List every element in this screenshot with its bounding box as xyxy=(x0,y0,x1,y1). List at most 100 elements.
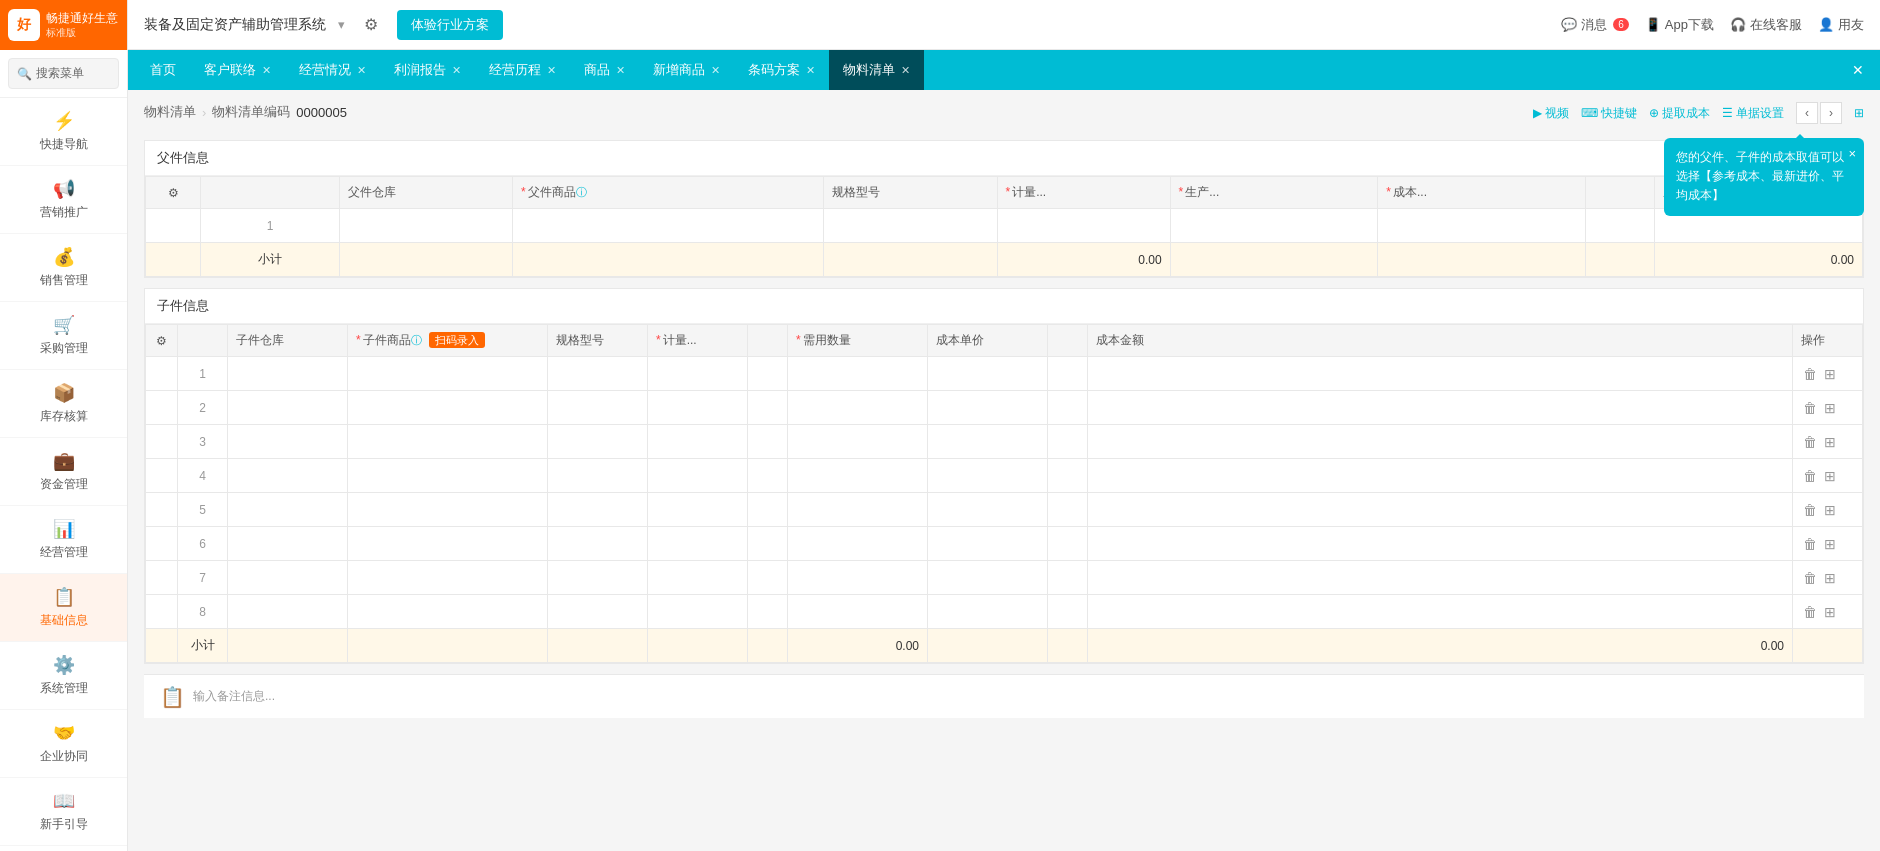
nav-prev-button[interactable]: ‹ xyxy=(1796,102,1818,124)
child-warehouse-cell[interactable] xyxy=(228,357,348,391)
child-qty-cell[interactable] xyxy=(788,357,928,391)
nav-tab-物料清单[interactable]: 物料清单✕ xyxy=(829,50,924,90)
child-spec-cell[interactable] xyxy=(548,459,648,493)
child-product-cell[interactable] xyxy=(348,493,548,527)
delete-row-button[interactable]: 🗑 xyxy=(1801,602,1819,622)
child-qty-cell[interactable] xyxy=(788,425,928,459)
nav-tab-首页[interactable]: 首页 xyxy=(136,50,190,90)
delete-row-button[interactable]: 🗑 xyxy=(1801,364,1819,384)
delete-row-button[interactable]: 🗑 xyxy=(1801,568,1819,588)
copy-row-button[interactable]: ⊞ xyxy=(1822,534,1838,554)
sidebar-item-marketing[interactable]: 📢营销推广 xyxy=(0,166,127,234)
sidebar-item-quick-nav[interactable]: ⚡快捷导航 xyxy=(0,98,127,166)
delete-row-button[interactable]: 🗑 xyxy=(1801,534,1819,554)
child-unit-cost-cell[interactable] xyxy=(928,459,1048,493)
sidebar-item-basic-info[interactable]: 📋基础信息 xyxy=(0,574,127,642)
child-unit-cell[interactable] xyxy=(648,561,748,595)
delete-row-button[interactable]: 🗑 xyxy=(1801,466,1819,486)
delete-row-button[interactable]: 🗑 xyxy=(1801,432,1819,452)
child-qty-cell[interactable] xyxy=(788,561,928,595)
copy-row-button[interactable]: ⊞ xyxy=(1822,364,1838,384)
copy-row-button[interactable]: ⊞ xyxy=(1822,500,1838,520)
parent-col-settings[interactable]: ⚙ xyxy=(146,177,201,209)
child-unit-cell[interactable] xyxy=(648,391,748,425)
parent-production-cell[interactable] xyxy=(1170,209,1378,243)
child-product-cell[interactable] xyxy=(348,561,548,595)
child-unit-cell[interactable] xyxy=(648,493,748,527)
nav-tab-客户联络[interactable]: 客户联络✕ xyxy=(190,50,285,90)
nav-tab-close-icon[interactable]: ✕ xyxy=(547,64,556,77)
single-settings-button[interactable]: ☰ 单据设置 xyxy=(1722,105,1784,122)
nav-tab-新增商品[interactable]: 新增商品✕ xyxy=(639,50,734,90)
parent-unit-cell[interactable] xyxy=(997,209,1170,243)
parent-product-cell[interactable] xyxy=(512,209,824,243)
child-spec-cell[interactable] xyxy=(548,425,648,459)
user-menu[interactable]: 👤 用友 xyxy=(1818,16,1864,34)
close-all-tabs-button[interactable]: ✕ xyxy=(1844,62,1872,78)
delete-row-button[interactable]: 🗑 xyxy=(1801,398,1819,418)
child-spec-cell[interactable] xyxy=(548,493,648,527)
nav-tab-close-icon[interactable]: ✕ xyxy=(262,64,271,77)
child-product-cell[interactable] xyxy=(348,595,548,629)
child-spec-cell[interactable] xyxy=(548,561,648,595)
nav-tab-商品[interactable]: 商品✕ xyxy=(570,50,639,90)
nav-tab-close-icon[interactable]: ✕ xyxy=(711,64,720,77)
child-qty-cell[interactable] xyxy=(788,459,928,493)
copy-row-button[interactable]: ⊞ xyxy=(1822,568,1838,588)
sidebar-item-purchase[interactable]: 🛒采购管理 xyxy=(0,302,127,370)
parent-warehouse-cell[interactable] xyxy=(339,209,512,243)
child-qty-cell[interactable] xyxy=(788,493,928,527)
child-spec-cell[interactable] xyxy=(548,391,648,425)
sidebar-item-finance[interactable]: 💼资金管理 xyxy=(0,438,127,506)
child-unit-cost-cell[interactable] xyxy=(928,425,1048,459)
child-warehouse-cell[interactable] xyxy=(228,425,348,459)
nav-next-button[interactable]: › xyxy=(1820,102,1842,124)
child-unit-cost-cell[interactable] xyxy=(928,357,1048,391)
child-unit-cost-cell[interactable] xyxy=(928,527,1048,561)
system-title-arrow[interactable]: ▾ xyxy=(338,17,345,32)
video-button[interactable]: ▶ 视频 xyxy=(1533,105,1569,122)
copy-row-button[interactable]: ⊞ xyxy=(1822,398,1838,418)
copy-row-button[interactable]: ⊞ xyxy=(1822,602,1838,622)
child-unit-cost-cell[interactable] xyxy=(928,595,1048,629)
nav-tab-条码方案[interactable]: 条码方案✕ xyxy=(734,50,829,90)
child-warehouse-cell[interactable] xyxy=(228,561,348,595)
child-spec-cell[interactable] xyxy=(548,595,648,629)
child-product-cell[interactable] xyxy=(348,527,548,561)
online-service-button[interactable]: 🎧 在线客服 xyxy=(1730,16,1802,34)
shortcut-button[interactable]: ⌨ 快捷键 xyxy=(1581,105,1637,122)
nav-tab-close-icon[interactable]: ✕ xyxy=(616,64,625,77)
child-product-cell[interactable] xyxy=(348,357,548,391)
parent-spec-cell[interactable] xyxy=(824,209,997,243)
trial-button[interactable]: 体验行业方案 xyxy=(397,10,503,40)
sidebar-item-operations[interactable]: 📊经营管理 xyxy=(0,506,127,574)
child-unit-cell[interactable] xyxy=(648,459,748,493)
child-warehouse-cell[interactable] xyxy=(228,459,348,493)
extract-cost-button[interactable]: ⊕ 提取成本 xyxy=(1649,105,1710,122)
nav-tab-close-icon[interactable]: ✕ xyxy=(901,64,910,77)
app-download-button[interactable]: 📱 App下载 xyxy=(1645,16,1714,34)
child-qty-cell[interactable] xyxy=(788,527,928,561)
nav-tab-经营历程[interactable]: 经营历程✕ xyxy=(475,50,570,90)
nav-tab-close-icon[interactable]: ✕ xyxy=(806,64,815,77)
settings-icon[interactable]: ⚙ xyxy=(357,11,385,39)
child-product-cell[interactable] xyxy=(348,425,548,459)
sidebar-item-enterprise[interactable]: 🤝企业协同 xyxy=(0,710,127,778)
sidebar-item-guide[interactable]: 📖新手引导 xyxy=(0,778,127,846)
child-unit-cost-cell[interactable] xyxy=(928,561,1048,595)
child-warehouse-cell[interactable] xyxy=(228,493,348,527)
child-col-settings[interactable]: ⚙ xyxy=(146,325,178,357)
messages-button[interactable]: 💬 消息 6 xyxy=(1561,16,1629,34)
bottom-hint-text[interactable]: 输入备注信息... xyxy=(193,688,275,705)
child-spec-cell[interactable] xyxy=(548,527,648,561)
grid-view-button[interactable]: ⊞ xyxy=(1854,106,1864,120)
child-unit-cost-cell[interactable] xyxy=(928,391,1048,425)
copy-row-button[interactable]: ⊞ xyxy=(1822,432,1838,452)
sidebar-item-sales[interactable]: 💰销售管理 xyxy=(0,234,127,302)
nav-tab-经营情况[interactable]: 经营情况✕ xyxy=(285,50,380,90)
nav-tab-close-icon[interactable]: ✕ xyxy=(452,64,461,77)
child-unit-cell[interactable] xyxy=(648,595,748,629)
child-unit-cell[interactable] xyxy=(648,425,748,459)
delete-row-button[interactable]: 🗑 xyxy=(1801,500,1819,520)
tooltip-close-button[interactable]: × xyxy=(1848,144,1856,165)
